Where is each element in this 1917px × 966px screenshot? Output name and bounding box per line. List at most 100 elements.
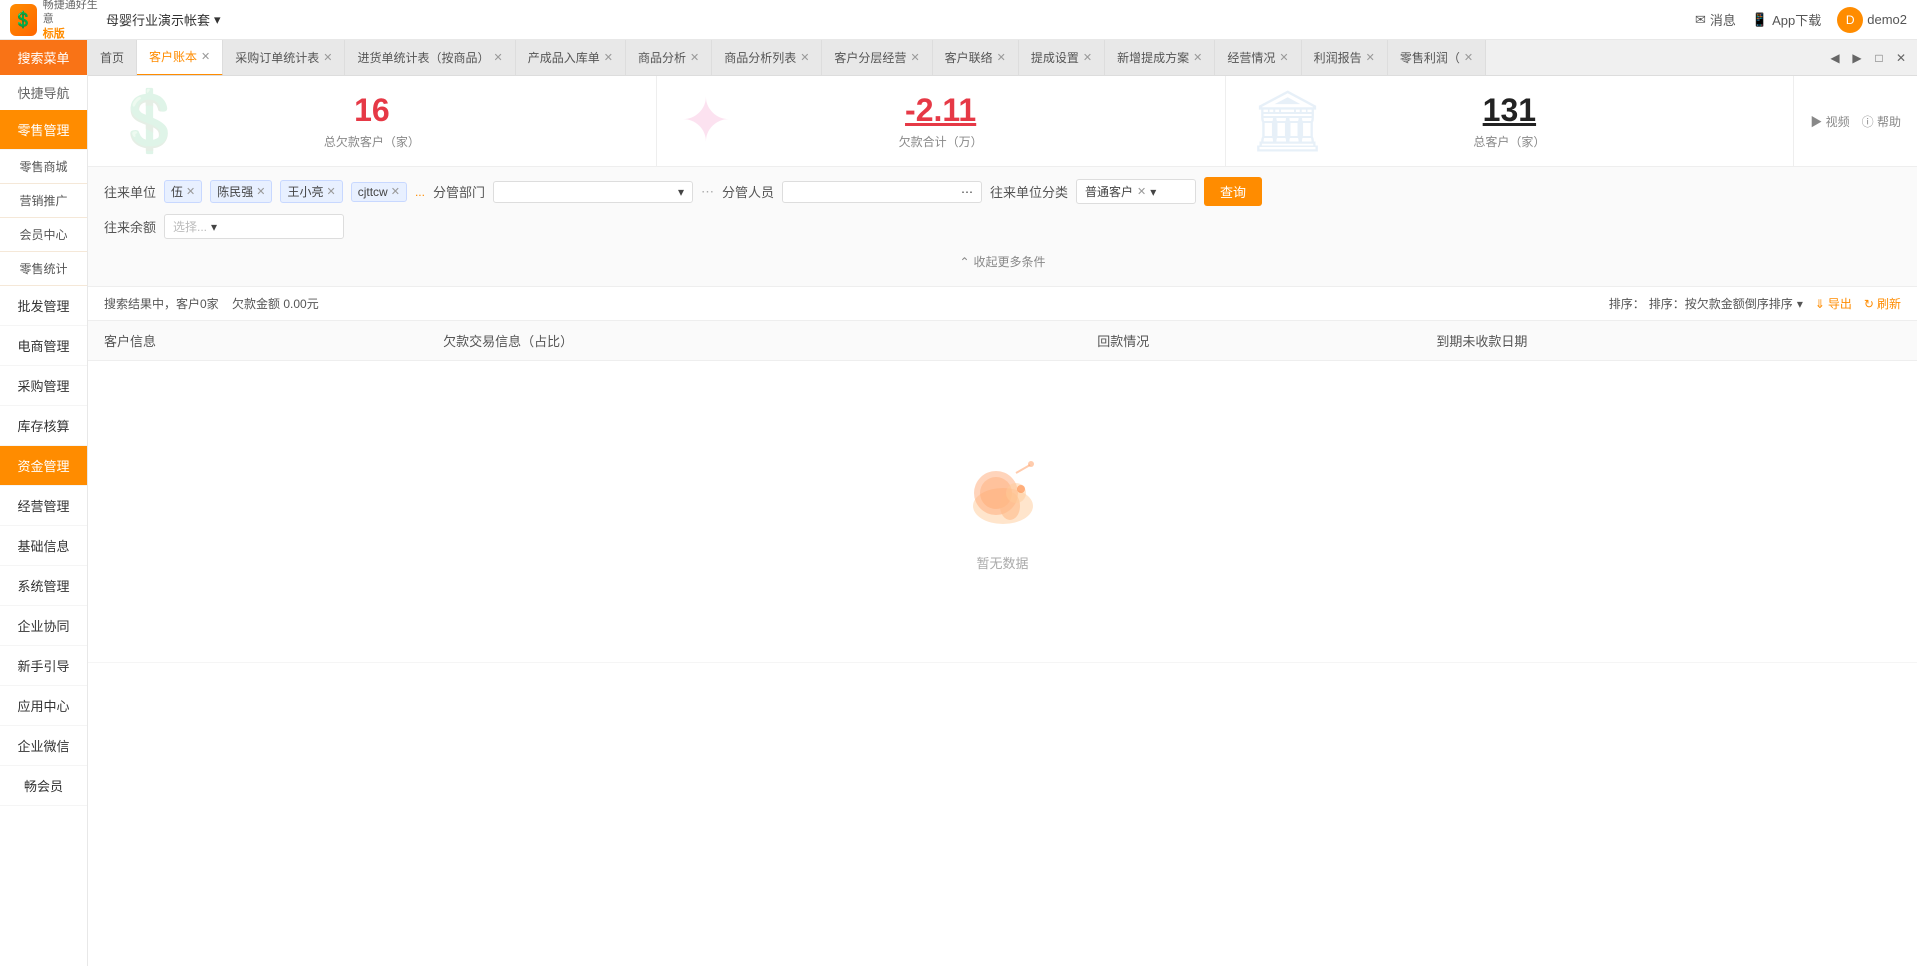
export-icon: ⇓ [1815, 297, 1825, 311]
unit-category-select[interactable]: 普通客户 ✕ ▾ [1076, 179, 1196, 204]
person-select[interactable]: ⋯ [782, 181, 982, 203]
tab-next-button[interactable]: ▶ [1847, 48, 1867, 68]
phone-icon: 📱 [1752, 12, 1768, 28]
sidebar-item-system[interactable]: 系统管理 [0, 566, 87, 606]
sidebar-item-basic[interactable]: 基础信息 [0, 526, 87, 566]
filter-tag-wang[interactable]: 王小亮 ✕ [280, 180, 342, 203]
sidebar-item-appstore[interactable]: 应用中心 [0, 686, 87, 726]
user-menu[interactable]: D demo2 [1837, 7, 1907, 33]
tab-close-goods-analysis-list[interactable]: ✕ [800, 51, 809, 64]
sidebar-item-enterprise[interactable]: 企业协同 [0, 606, 87, 646]
tab-inbound-stats[interactable]: 进货单统计表（按商品） ✕ [345, 40, 515, 76]
stat-icon-coin: 💲 [112, 86, 187, 157]
tab-retail-profit[interactable]: 零售利润（ ✕ [1388, 40, 1486, 76]
tab-goods-analysis-list[interactable]: 商品分析列表 ✕ [712, 40, 822, 76]
sidebar-item-vip[interactable]: 畅会员 [0, 766, 87, 806]
filter-tag-chen[interactable]: 陈民强 ✕ [210, 180, 272, 203]
filter-tag-wu[interactable]: 伍 ✕ [164, 180, 202, 203]
balance-select-chevron: ▾ [211, 220, 217, 234]
stat-label-customers: 总欠款客户（家） [324, 133, 420, 150]
dept-search-icon[interactable]: ⋯ [701, 184, 714, 200]
tab-close-operation-status[interactable]: ✕ [1279, 51, 1288, 64]
sidebar-item-purchase[interactable]: 采购管理 [0, 366, 87, 406]
dept-filter-label: 分管部门 [433, 182, 485, 201]
company-select[interactable]: 母婴行业演示帐套 ▾ [106, 10, 221, 29]
tab-close-remind-settings[interactable]: ✕ [1083, 51, 1092, 64]
page-help: ▶ 视频 ⓘ 帮助 [1794, 113, 1917, 130]
tab-close-inbound-stats[interactable]: ✕ [494, 51, 503, 64]
sidebar-item-wechat[interactable]: 企业微信 [0, 726, 87, 766]
collapse-button[interactable]: ⌃ 收起更多条件 [104, 247, 1901, 276]
sidebar-item-retail-stats[interactable]: 零售统计 [0, 252, 87, 286]
help-link[interactable]: ⓘ 帮助 [1862, 113, 1901, 130]
tab-customer-contact[interactable]: 客户联络 ✕ [933, 40, 1019, 76]
stat-icon-star: ✦ [681, 86, 731, 156]
tab-customer-seg[interactable]: 客户分层经营 ✕ [822, 40, 932, 76]
empty-row: 暂无数据 [88, 361, 1917, 663]
filter-tag-cjttcw[interactable]: cjttcw ✕ [351, 182, 407, 202]
sidebar-item-newuser[interactable]: 新手引导 [0, 646, 87, 686]
sidebar-item-wholesale[interactable]: 批发管理 [0, 286, 87, 326]
tab-product-inbound[interactable]: 产成品入库单 ✕ [516, 40, 626, 76]
tab-remind-settings[interactable]: 提成设置 ✕ [1019, 40, 1105, 76]
tab-close-customer-accounts[interactable]: ✕ [201, 50, 210, 63]
filter-tag-cjttcw-close[interactable]: ✕ [391, 185, 400, 198]
dept-select[interactable]: ▾ [493, 181, 693, 203]
chevron-up-icon: ⌃ [959, 255, 969, 269]
tab-actions: ◀ ▶ □ ✕ [1819, 48, 1917, 68]
filter-tag-chen-close[interactable]: ✕ [256, 185, 265, 198]
col-repayment: 回款情况 [1081, 321, 1420, 361]
unit-category-label: 往来单位分类 [990, 182, 1068, 201]
results-info: 搜索结果中，客户0家 欠款金额 0.00元 排序： 排序：按欠款金额倒序排序 ▾… [88, 287, 1917, 321]
tab-close-goods-analysis[interactable]: ✕ [690, 51, 699, 64]
balance-select[interactable]: 选择... ▾ [164, 214, 344, 239]
filter-more-button[interactable]: ... [415, 185, 425, 199]
stat-block-debt: ✦ -2.11 欠款合计（万） [657, 76, 1226, 166]
unit-filter-label: 往来单位 [104, 182, 156, 201]
tab-customer-accounts[interactable]: 客户账本 ✕ [137, 40, 223, 76]
sidebar-search[interactable]: 搜索菜单 [0, 40, 87, 75]
app-download-button[interactable]: 📱 App下载 [1752, 10, 1821, 29]
logo-area: 💲 畅捷通好生意 标版 [10, 0, 98, 41]
tab-new-plan[interactable]: 新增提成方案 ✕ [1105, 40, 1215, 76]
search-button[interactable]: 查询 [1204, 177, 1262, 206]
tab-profit-report[interactable]: 利润报告 ✕ [1302, 40, 1388, 76]
sidebar-item-member[interactable]: 会员中心 [0, 218, 87, 252]
tab-close-product-inbound[interactable]: ✕ [604, 51, 613, 64]
sidebar-item-retail[interactable]: 零售管理 [0, 110, 87, 150]
tab-close-purchase-order[interactable]: ✕ [323, 51, 332, 64]
unit-category-clear[interactable]: ✕ [1137, 185, 1146, 198]
sidebar-item-inventory[interactable]: 库存核算 [0, 406, 87, 446]
tab-prev-button[interactable]: ◀ [1825, 48, 1845, 68]
chevron-down-icon: ▾ [214, 12, 221, 28]
filter-tag-wu-close[interactable]: ✕ [186, 185, 195, 198]
tab-home[interactable]: 首页 [88, 40, 137, 76]
sidebar-item-operation[interactable]: 经营管理 [0, 486, 87, 526]
search-result-text: 搜索结果中，客户0家 欠款金额 0.00元 [104, 295, 319, 312]
export-button[interactable]: ⇓ 导出 [1815, 295, 1852, 312]
col-debt-info: 欠款交易信息（占比） [427, 321, 1081, 361]
empty-text: 暂无数据 [976, 553, 1028, 572]
tab-close-all-button[interactable]: ✕ [1891, 48, 1911, 68]
tab-close-profit-report[interactable]: ✕ [1366, 51, 1375, 64]
sidebar-item-finance[interactable]: 资金管理 [0, 446, 87, 486]
tab-bar: 首页 客户账本 ✕ 采购订单统计表 ✕ 进货单统计表（按商品） ✕ 产成品入库单… [88, 40, 1917, 76]
dept-select-chevron: ▾ [678, 185, 684, 199]
sidebar-item-ecom[interactable]: 电商管理 [0, 326, 87, 366]
video-help-link[interactable]: ▶ 视频 [1810, 113, 1849, 130]
tab-operation-status[interactable]: 经营情况 ✕ [1215, 40, 1301, 76]
message-button[interactable]: ✉ 消息 [1695, 10, 1736, 29]
sidebar-item-marketing[interactable]: 营销推广 [0, 184, 87, 218]
tab-close-retail-profit[interactable]: ✕ [1464, 51, 1473, 64]
tab-expand-button[interactable]: □ [1869, 48, 1889, 68]
filter-tag-wang-close[interactable]: ✕ [327, 185, 336, 198]
sort-select[interactable]: 排序： 排序：按欠款金额倒序排序 ▾ [1609, 295, 1803, 312]
sidebar-item-retail-shop[interactable]: 零售商城 [0, 150, 87, 184]
tab-goods-analysis[interactable]: 商品分析 ✕ [626, 40, 712, 76]
tab-close-customer-seg[interactable]: ✕ [910, 51, 919, 64]
refresh-button[interactable]: ↻ 刷新 [1864, 295, 1901, 312]
tab-purchase-order[interactable]: 采购订单统计表 ✕ [223, 40, 345, 76]
tab-close-new-plan[interactable]: ✕ [1193, 51, 1202, 64]
sidebar-quick-nav[interactable]: 快捷导航 [0, 75, 87, 110]
tab-close-customer-contact[interactable]: ✕ [997, 51, 1006, 64]
